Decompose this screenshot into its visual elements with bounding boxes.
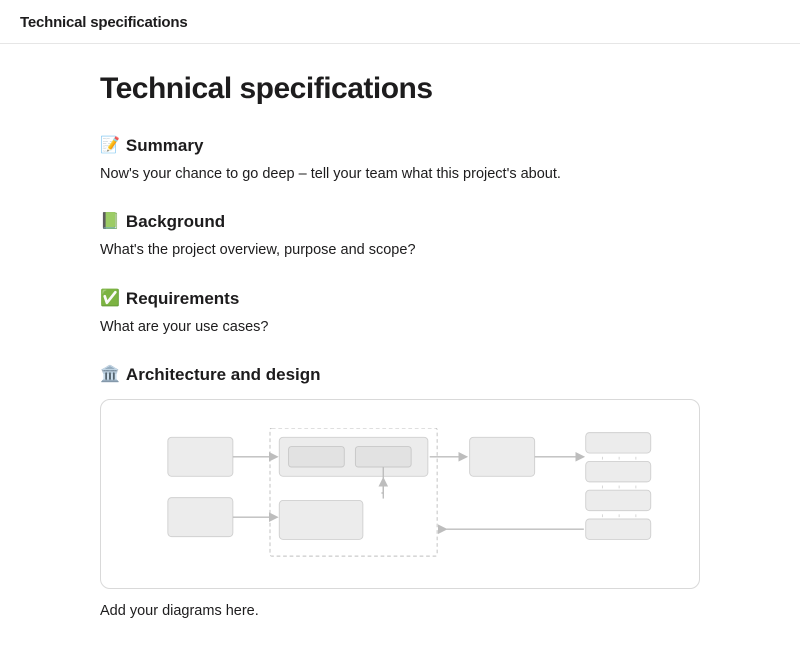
- section-body-requirements[interactable]: What are your use cases?: [100, 317, 700, 337]
- book-icon: 📗: [100, 214, 120, 230]
- section-heading-text: Architecture and design: [126, 365, 321, 385]
- memo-icon: 📝: [100, 138, 120, 154]
- document-content[interactable]: Technical specifications 📝 Summary Now's…: [0, 44, 800, 669]
- page-title[interactable]: Technical specifications: [100, 72, 700, 106]
- section-heading-summary: 📝 Summary: [100, 136, 700, 156]
- architecture-diagram-card[interactable]: [100, 399, 700, 589]
- section-background[interactable]: 📗 Background What's the project overview…: [100, 212, 700, 260]
- section-heading-text: Requirements: [126, 289, 239, 309]
- header-title: Technical specifications: [20, 14, 780, 31]
- building-icon: 🏛️: [100, 367, 120, 383]
- architecture-diagram: [125, 428, 675, 558]
- section-summary[interactable]: 📝 Summary Now's your chance to go deep –…: [100, 136, 700, 184]
- section-body-background[interactable]: What's the project overview, purpose and…: [100, 240, 700, 260]
- page-header: Technical specifications: [0, 0, 800, 44]
- section-body-summary[interactable]: Now's your chance to go deep – tell your…: [100, 164, 700, 184]
- section-architecture[interactable]: 🏛️ Architecture and design: [100, 365, 700, 621]
- section-heading-text: Summary: [126, 136, 203, 156]
- section-heading-background: 📗 Background: [100, 212, 700, 232]
- section-requirements[interactable]: ✅ Requirements What are your use cases?: [100, 289, 700, 337]
- architecture-placeholder-text[interactable]: Add your diagrams here.: [100, 601, 700, 621]
- section-heading-requirements: ✅ Requirements: [100, 289, 700, 309]
- section-heading-text: Background: [126, 212, 225, 232]
- section-heading-architecture: 🏛️ Architecture and design: [100, 365, 700, 385]
- check-icon: ✅: [100, 291, 120, 307]
